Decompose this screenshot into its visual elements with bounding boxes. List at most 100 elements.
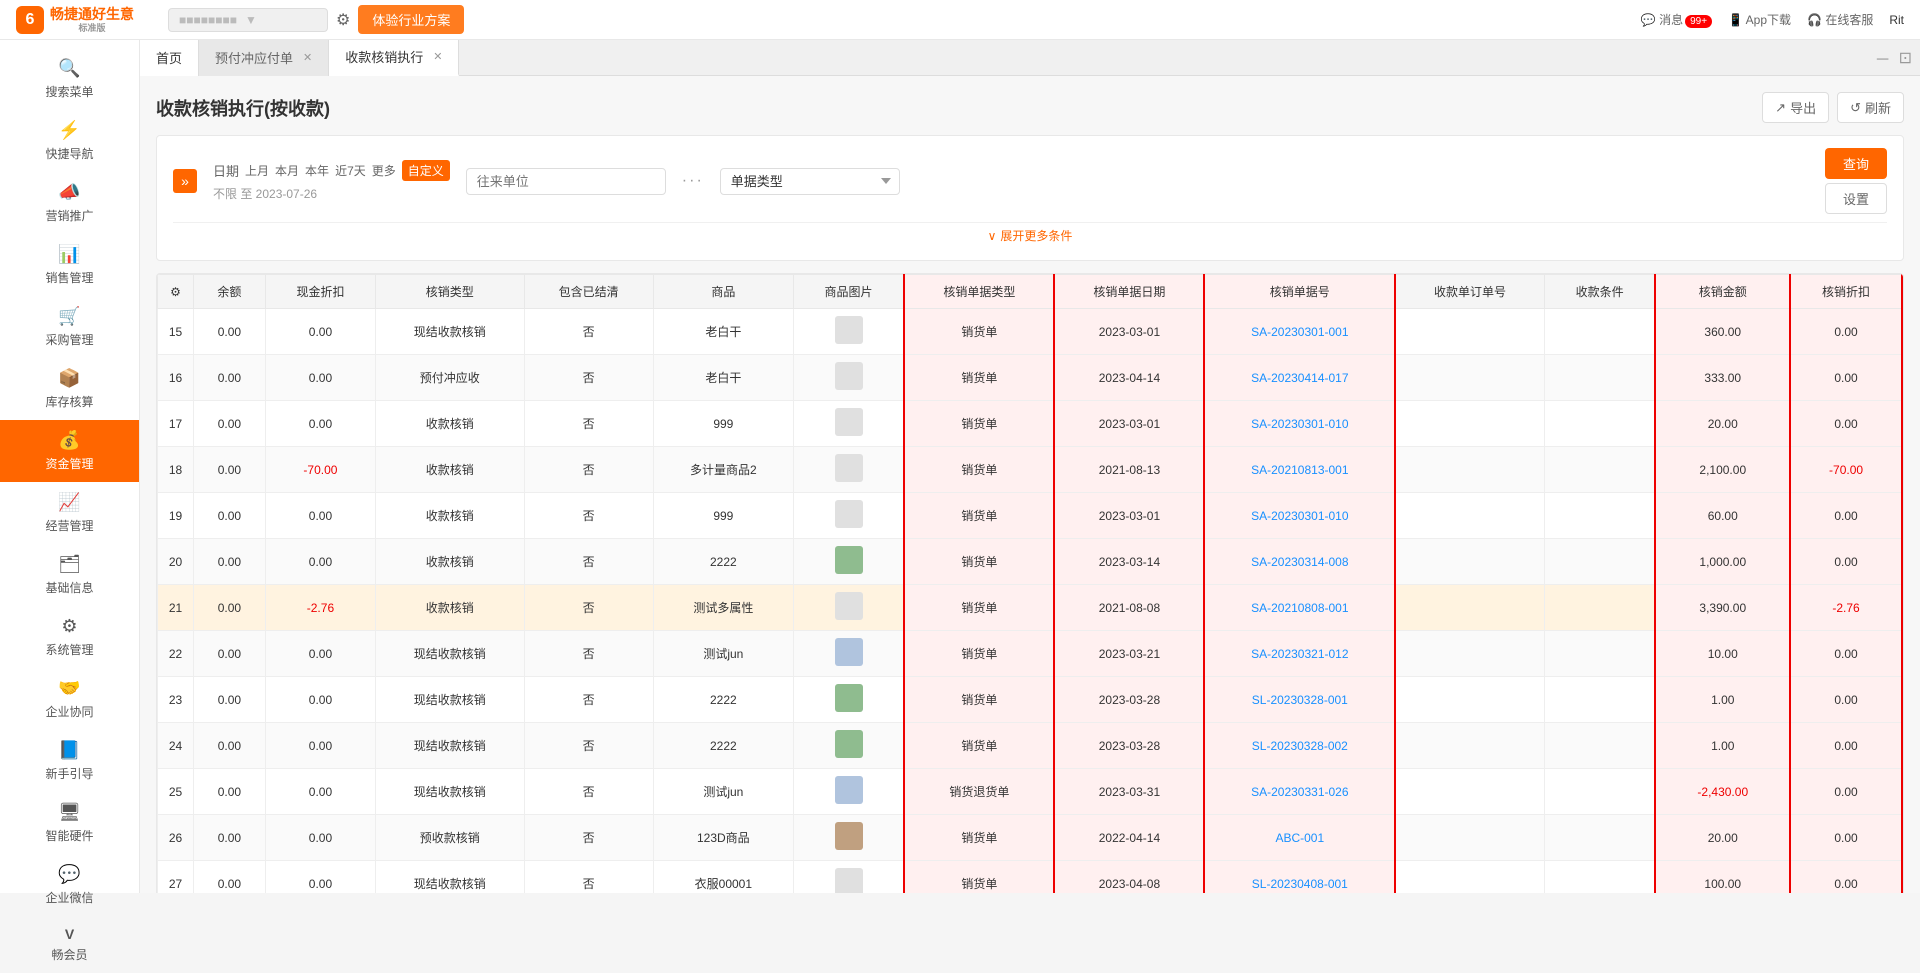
tab-prepay-close[interactable]: ✕: [303, 51, 312, 64]
cell-writeoff-voucher-no[interactable]: SA-20230414-017: [1204, 355, 1395, 401]
cell-cash-discount: 0.00: [265, 539, 375, 585]
cell-writeoff-voucher-no[interactable]: SA-20210808-001: [1204, 585, 1395, 631]
cell-writeoff-voucher-no[interactable]: SA-20230331-026: [1204, 769, 1395, 815]
cell-writeoff-voucher-no[interactable]: SL-20230328-002: [1204, 723, 1395, 769]
cell-writeoff-voucher-no[interactable]: ABC-001: [1204, 815, 1395, 861]
expand-more-conditions[interactable]: ∨ 展开更多条件: [173, 222, 1887, 248]
export-button[interactable]: ↗ 导出: [1762, 92, 1829, 123]
app-download-link[interactable]: 📱 App下载: [1728, 11, 1791, 28]
sidebar: 🔍 搜索菜单 ⚡ 快捷导航 📣 营销推广 📊 销售管理 🛒 采购管理 📦 库存核…: [0, 40, 140, 893]
cell-writeoff-amount: 20.00: [1655, 815, 1790, 861]
cell-cash-discount: -70.00: [265, 447, 375, 493]
cell-writeoff-voucher-type: 销货单: [904, 631, 1054, 677]
sidebar-item-label: 企业微信: [45, 889, 93, 906]
cell-product: 测试多属性: [653, 585, 793, 631]
cell-writeoff-voucher-no[interactable]: SA-20230301-010: [1204, 401, 1395, 447]
cell-seq: 19: [158, 493, 194, 539]
cell-product: 衣服00001: [653, 861, 793, 894]
cell-writeoff-voucher-type: 销货单: [904, 539, 1054, 585]
cell-writeoff-voucher-no[interactable]: SA-20210813-001: [1204, 447, 1395, 493]
cell-writeoff-voucher-type: 销货单: [904, 355, 1054, 401]
cell-receipt-order-no: [1395, 677, 1544, 723]
filter-row: » 日期 上月 本月 本年 近7天 更多 自定义 不限 至 2023-07-26: [173, 148, 1887, 214]
sidebar-item-label: 快捷导航: [45, 145, 93, 162]
filter-date-opts: 日期 上月 本月 本年 近7天 更多 自定义: [213, 160, 450, 181]
online-service-link[interactable]: 🎧 在线客服: [1807, 11, 1873, 28]
promo-button[interactable]: 体验行业方案: [358, 5, 464, 34]
cell-writeoff-discount: 0.00: [1790, 861, 1902, 894]
sidebar-item-operations[interactable]: 📈 经营管理: [0, 482, 139, 544]
tab-home[interactable]: 首页: [140, 40, 199, 76]
sidebar-item-system[interactable]: ⚙ 系统管理: [0, 606, 139, 668]
sidebar-item-sales[interactable]: 📊 销售管理: [0, 234, 139, 296]
counterparty-input[interactable]: [466, 168, 666, 195]
sidebar-item-purchase[interactable]: 🛒 采购管理: [0, 296, 139, 358]
cell-writeoff-voucher-no[interactable]: SA-20230314-008: [1204, 539, 1395, 585]
sales-icon: 📊: [58, 244, 80, 265]
date-opt-lastmonth[interactable]: 上月: [245, 162, 269, 179]
cell-receipt-order-no: [1395, 631, 1544, 677]
member-icon: V: [65, 926, 74, 942]
date-opt-7days[interactable]: 近7天: [335, 162, 366, 179]
sidebar-item-wechat[interactable]: 💬 企业微信: [0, 854, 139, 916]
col-included-settled: 商品: [653, 275, 793, 309]
data-table-wrap: ⚙ 余额 现金折扣 核销类型 包含已结清 商品 商品图片 核销单据类型 核销单据…: [156, 273, 1904, 893]
date-opt-thismonth[interactable]: 本月: [275, 162, 299, 179]
cell-writeoff-type: 现结收款核销: [376, 309, 524, 355]
cell-writeoff-voucher-date: 2022-04-14: [1054, 815, 1204, 861]
collab-icon: 🤝: [58, 678, 80, 699]
message-area[interactable]: 💬 消息99+: [1641, 11, 1712, 28]
col-gear[interactable]: ⚙: [158, 275, 194, 309]
cell-writeoff-discount: 0.00: [1790, 769, 1902, 815]
sidebar-item-collab[interactable]: 🤝 企业协同: [0, 668, 139, 730]
cell-receipt-condition: [1544, 401, 1655, 447]
cell-product: 测试jun: [653, 769, 793, 815]
cell-writeoff-type: 预付冲应收: [376, 355, 524, 401]
date-opt-more[interactable]: 更多: [372, 162, 396, 179]
cell-writeoff-voucher-no[interactable]: SA-20230321-012: [1204, 631, 1395, 677]
sidebar-item-search[interactable]: 🔍 搜索菜单: [0, 48, 139, 110]
voucher-type-select[interactable]: 单据类型: [720, 168, 900, 195]
tab-writeoff[interactable]: 收款核销执行 ✕: [329, 40, 459, 76]
table-row: 23 0.00 0.00 现结收款核销 否 2222 销货单 2023-03-2…: [158, 677, 1903, 723]
cell-writeoff-voucher-no[interactable]: SA-20230301-001: [1204, 309, 1395, 355]
sidebar-item-marketing[interactable]: 📣 营销推广: [0, 172, 139, 234]
brand-name: 畅捷通好生意 标准版: [50, 6, 134, 34]
cell-included-settled: 否: [524, 447, 653, 493]
cell-writeoff-amount: 1.00: [1655, 677, 1790, 723]
refresh-button[interactable]: ↺ 刷新: [1837, 92, 1904, 123]
tab-minimize-icon[interactable]: －: [1875, 46, 1891, 70]
cell-receipt-order-no: [1395, 309, 1544, 355]
cell-product: 老白干: [653, 309, 793, 355]
quicknav-icon: ⚡: [58, 120, 80, 141]
cell-product: 999: [653, 401, 793, 447]
sidebar-item-inventory[interactable]: 📦 库存核算: [0, 358, 139, 420]
top-bar-right: 💬 消息99+ 📱 App下载 🎧 在线客服 Rit: [1641, 11, 1904, 28]
date-opt-thisyear[interactable]: 本年: [305, 162, 329, 179]
filter-expand-button[interactable]: »: [173, 169, 197, 193]
sidebar-item-guide[interactable]: 📘 新手引导: [0, 730, 139, 792]
query-button[interactable]: 查询: [1825, 148, 1887, 179]
sidebar-item-hardware[interactable]: 🖥 智能硬件: [0, 792, 139, 854]
date-opt-custom[interactable]: 自定义: [402, 160, 450, 181]
sidebar-item-label: 搜索菜单: [45, 83, 93, 100]
cell-product: 999: [653, 493, 793, 539]
table-row: 22 0.00 0.00 现结收款核销 否 测试jun 销货单 2023-03-…: [158, 631, 1903, 677]
cell-writeoff-voucher-no[interactable]: SL-20230328-001: [1204, 677, 1395, 723]
tab-writeoff-close[interactable]: ✕: [433, 50, 442, 63]
sidebar-item-member[interactable]: V 畅会员: [0, 916, 139, 973]
sidebar-item-quicknav[interactable]: ⚡ 快捷导航: [0, 110, 139, 172]
tab-expand-icon[interactable]: ⊡: [1899, 48, 1912, 68]
sidebar-item-basicinfo[interactable]: 🗂 基础信息: [0, 544, 139, 606]
table-row: 16 0.00 0.00 预付冲应收 否 老白干 销货单 2023-04-14 …: [158, 355, 1903, 401]
export-icon: ↗: [1775, 100, 1786, 116]
cell-receipt-condition: [1544, 815, 1655, 861]
tab-prepay[interactable]: 预付冲应付单 ✕: [199, 40, 329, 76]
sidebar-item-finance[interactable]: 💰 资金管理: [0, 420, 139, 482]
cell-writeoff-voucher-date: 2023-03-28: [1054, 677, 1204, 723]
cell-writeoff-voucher-no[interactable]: SL-20230408-001: [1204, 861, 1395, 894]
cell-writeoff-voucher-no[interactable]: SA-20230301-010: [1204, 493, 1395, 539]
settings-icon[interactable]: ⚙: [336, 10, 350, 30]
settings-button[interactable]: 设置: [1825, 183, 1887, 214]
cell-receipt-condition: [1544, 677, 1655, 723]
